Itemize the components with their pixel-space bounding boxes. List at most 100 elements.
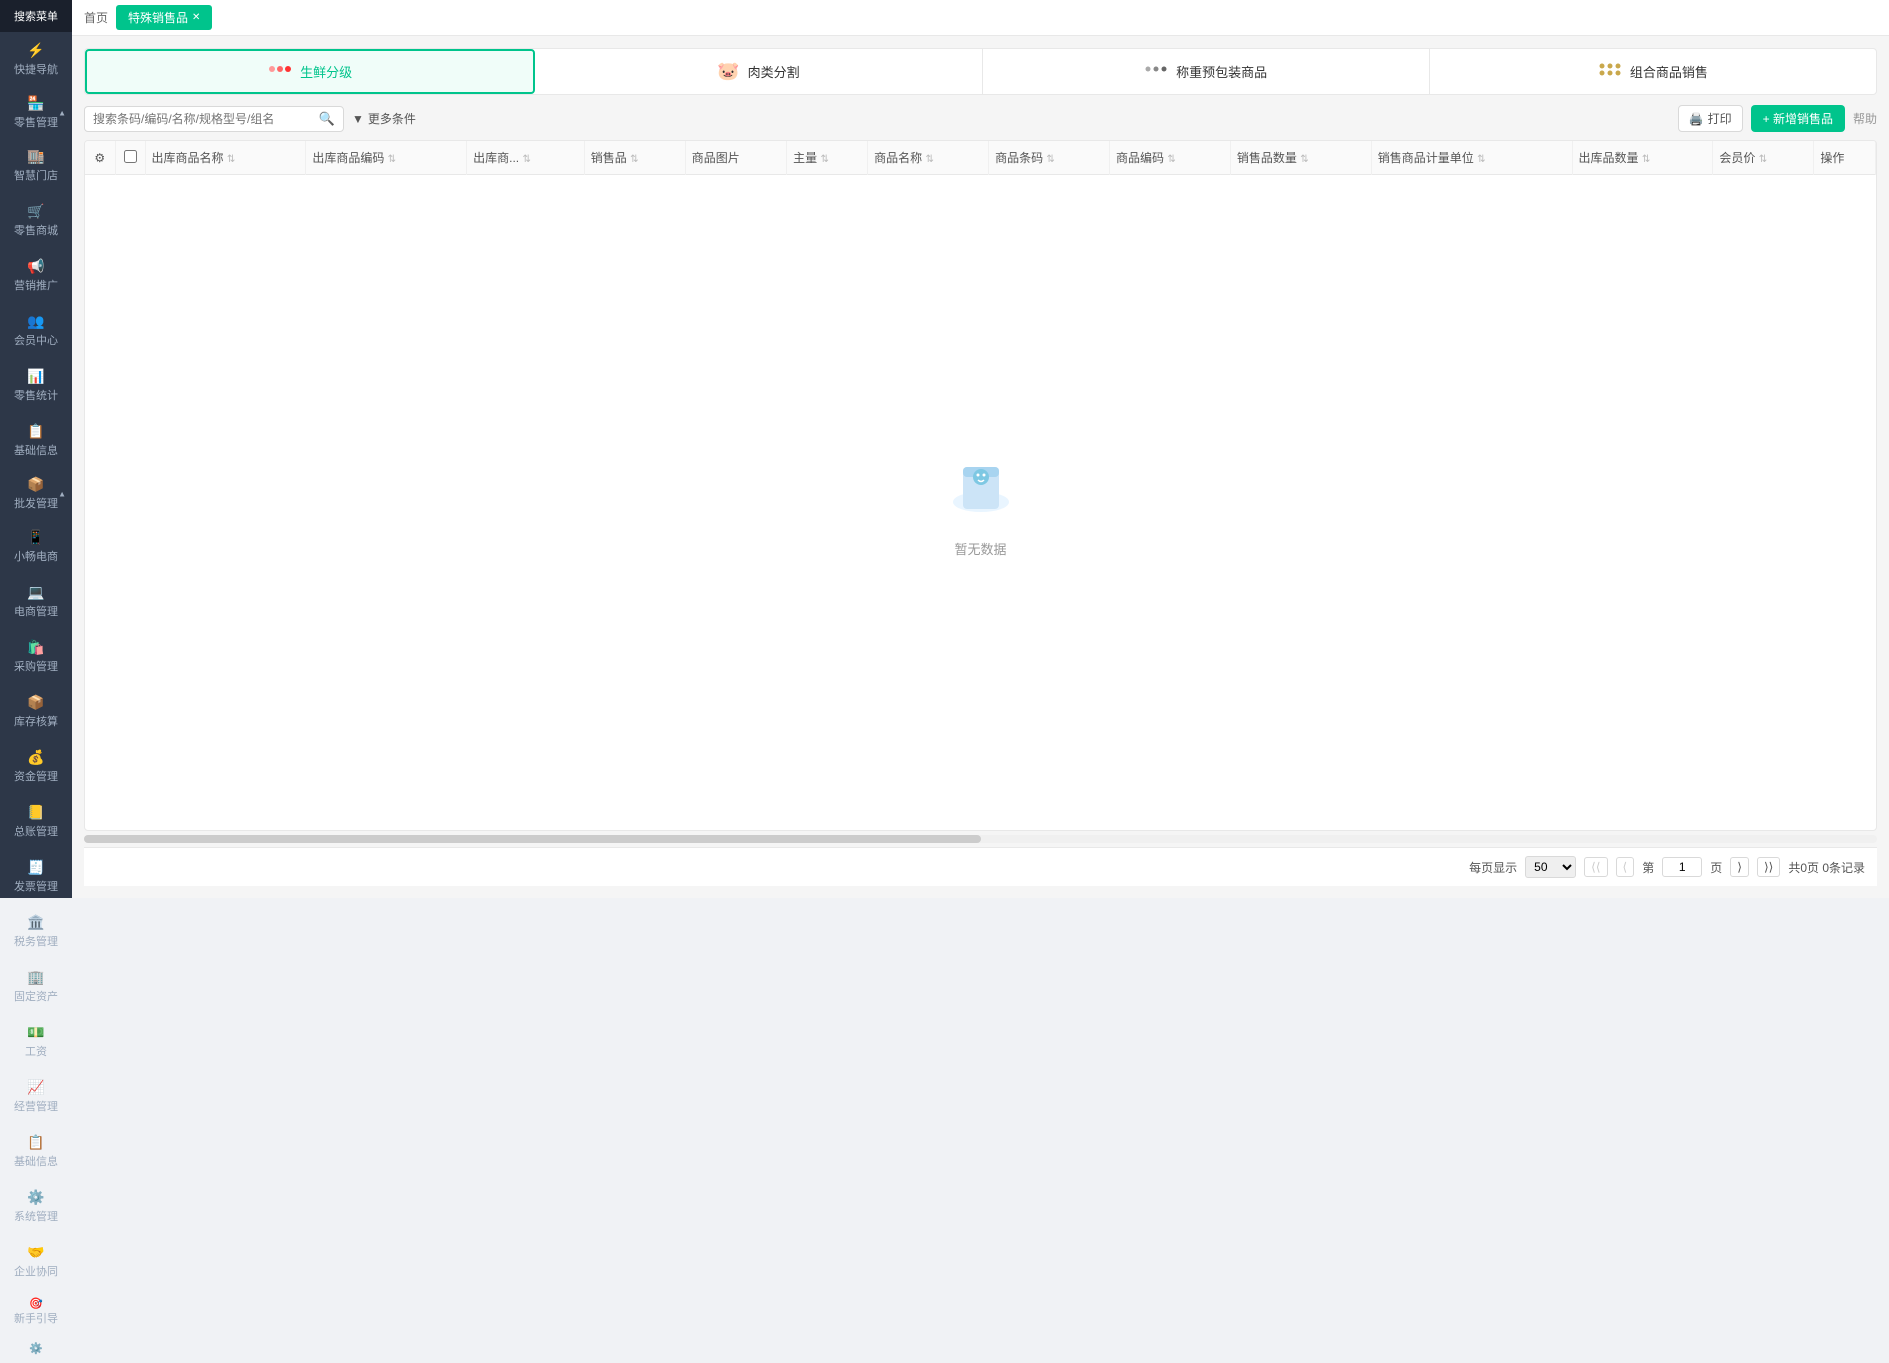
sidebar-item-retail-mgmt[interactable]: 🏪 零售管理 bbox=[0, 87, 72, 138]
last-page-btn[interactable]: ⟩⟩ bbox=[1757, 857, 1780, 877]
basic-info2-icon: 📋 bbox=[27, 1134, 44, 1151]
add-button[interactable]: + 新增销售品 bbox=[1751, 105, 1845, 132]
close-tab-icon[interactable]: ✕ bbox=[192, 12, 200, 23]
wages-icon: 💵 bbox=[27, 1024, 44, 1041]
data-table: ⚙ 出库商品名称 ⇅ 出库商品编码 ⇅ 出库商. bbox=[85, 141, 1876, 175]
main-area: 首页 特殊销售品 ✕ 生鲜分级 🐷 肉类分 bbox=[72, 0, 1889, 898]
prev-page-btn[interactable]: ⟨ bbox=[1616, 857, 1635, 877]
tax-mgmt-icon: 🏛️ bbox=[27, 914, 44, 931]
select-all-checkbox[interactable] bbox=[124, 150, 137, 163]
print-icon: 🖨️ bbox=[1689, 112, 1704, 126]
th-main-unit[interactable]: 主量 ⇅ bbox=[787, 141, 868, 175]
help-button[interactable]: 帮助 bbox=[1853, 110, 1877, 127]
sort-icon: ⇅ bbox=[1300, 154, 1308, 165]
retail-stats-icon: 📊 bbox=[27, 368, 44, 385]
th-sale-qty[interactable]: 销售品数量 ⇅ bbox=[1230, 141, 1371, 175]
sidebar-item-marketing[interactable]: 📢 营销推广 bbox=[0, 248, 72, 303]
tab-fresh-grade[interactable]: 生鲜分级 bbox=[85, 49, 535, 94]
sort-icon: ⇅ bbox=[388, 154, 396, 165]
sort-icon: ⇅ bbox=[1642, 154, 1650, 165]
th-sale-unit[interactable]: 销售商品计量单位 ⇅ bbox=[1371, 141, 1572, 175]
purchase-mgmt-icon: 🛍️ bbox=[27, 639, 44, 656]
sort-icon: ⇅ bbox=[926, 154, 934, 165]
sort-icon: ⇅ bbox=[820, 154, 828, 165]
sidebar-logo[interactable]: 搜索菜单 bbox=[0, 0, 72, 32]
tab-weight-prepack[interactable]: 称重预包装商品 bbox=[983, 49, 1430, 94]
sidebar-item-member-center[interactable]: 👥 会员中心 bbox=[0, 303, 72, 358]
th-out-code[interactable]: 出库商品编码 ⇅ bbox=[306, 141, 467, 175]
inventory-icon: 📦 bbox=[27, 694, 44, 711]
horizontal-scrollbar[interactable] bbox=[84, 835, 1877, 843]
sidebar-item-retail-stats[interactable]: 📊 零售统计 bbox=[0, 358, 72, 413]
wholesale-mgmt-icon: 📦 bbox=[27, 476, 44, 493]
finance-mgmt-icon: 💰 bbox=[27, 749, 44, 766]
first-page-btn[interactable]: ⟨⟨ bbox=[1584, 857, 1607, 877]
sidebar-item-inventory[interactable]: 📦 库存核算 bbox=[0, 684, 72, 739]
th-product-code[interactable]: 商品编码 ⇅ bbox=[1109, 141, 1230, 175]
th-barcode[interactable]: 商品条码 ⇅ bbox=[989, 141, 1110, 175]
print-button[interactable]: 🖨️ 打印 bbox=[1678, 105, 1743, 132]
enterprise-icon: 🤝 bbox=[27, 1244, 44, 1261]
settings-icon: ⚙️ bbox=[29, 1343, 43, 1355]
tab-meat-cut[interactable]: 🐷 肉类分割 bbox=[535, 49, 982, 94]
smart-store-icon: 🏬 bbox=[27, 148, 44, 165]
member-center-icon: 👥 bbox=[27, 313, 44, 330]
topbar: 首页 特殊销售品 ✕ bbox=[72, 0, 1889, 36]
topbar-home[interactable]: 首页 bbox=[84, 9, 108, 26]
sidebar-item-basic-info[interactable]: 📋 基础信息 bbox=[0, 413, 72, 468]
pagination: 每页显示 50 10 20 100 ⟨⟨ ⟨ 第 1 页 ⟩ ⟩⟩ 共0页 0条… bbox=[84, 847, 1877, 886]
sidebar-item-settings[interactable]: ⚙️ bbox=[0, 1334, 72, 1363]
sys-mgmt-icon: ⚙️ bbox=[27, 1189, 44, 1206]
sidebar-item-quick-nav[interactable]: ⚡ 快捷导航 bbox=[0, 32, 72, 87]
th-out-spec[interactable]: 出库商... ⇅ bbox=[467, 141, 585, 175]
toolbar-right: 🖨️ 打印 + 新增销售品 帮助 bbox=[1678, 105, 1877, 132]
sidebar-item-wholesale-mgmt[interactable]: 📦 批发管理 bbox=[0, 468, 72, 519]
sidebar-item-purchase-mgmt[interactable]: 🛍️ 采购管理 bbox=[0, 629, 72, 684]
th-product-name[interactable]: 商品名称 ⇅ bbox=[868, 141, 989, 175]
th-settings[interactable]: ⚙ bbox=[85, 141, 115, 175]
sidebar-item-basic-info2[interactable]: 📋 基础信息 bbox=[0, 1124, 72, 1179]
per-page-select[interactable]: 50 10 20 100 bbox=[1525, 856, 1576, 878]
scrollbar-thumb[interactable] bbox=[84, 835, 981, 843]
th-member-price[interactable]: 会员价 ⇅ bbox=[1713, 141, 1814, 175]
empty-state: 暂无数据 bbox=[85, 175, 1876, 830]
fixed-assets-icon: 🏢 bbox=[27, 969, 44, 986]
meat-cut-icon: 🐷 bbox=[717, 61, 739, 82]
toolbar: 🔍 ▼ 更多条件 🖨️ 打印 + 新增销售品 帮助 bbox=[84, 105, 1877, 132]
search-input[interactable] bbox=[93, 112, 315, 126]
combo-sales-icon bbox=[1598, 61, 1622, 82]
sidebar-item-mini-ecom[interactable]: 📱 小畅电商 bbox=[0, 519, 72, 574]
invoice-mgmt-icon: 🧾 bbox=[27, 859, 44, 876]
sidebar-item-wages[interactable]: 💵 工资 bbox=[0, 1014, 72, 1069]
search-box[interactable]: 🔍 bbox=[84, 106, 344, 132]
sidebar-item-smart-store[interactable]: 🏬 智慧门店 bbox=[0, 138, 72, 193]
search-icon[interactable]: 🔍 bbox=[319, 111, 335, 127]
tab-combo-sales[interactable]: 组合商品销售 bbox=[1430, 49, 1876, 94]
page-label: 第 bbox=[1642, 859, 1654, 876]
sidebar-item-invoice-mgmt[interactable]: 🧾 发票管理 bbox=[0, 849, 72, 904]
th-out-name[interactable]: 出库商品名称 ⇅ bbox=[145, 141, 306, 175]
th-sale-item[interactable]: 销售品 ⇅ bbox=[584, 141, 685, 175]
general-ledger-icon: 📒 bbox=[27, 804, 44, 821]
sort-icon: ⇅ bbox=[1477, 154, 1485, 165]
sort-icon: ⇅ bbox=[1759, 154, 1767, 165]
sidebar-item-finance-mgmt[interactable]: 💰 资金管理 bbox=[0, 739, 72, 794]
sidebar-item-fixed-assets[interactable]: 🏢 固定资产 bbox=[0, 959, 72, 1014]
page-input[interactable]: 1 bbox=[1662, 857, 1702, 877]
sidebar-item-general-ledger[interactable]: 📒 总账管理 bbox=[0, 794, 72, 849]
th-out-qty[interactable]: 出库品数量 ⇅ bbox=[1572, 141, 1713, 175]
sidebar-item-retail-mall[interactable]: 🛒 零售商城 bbox=[0, 193, 72, 248]
filter-button[interactable]: ▼ 更多条件 bbox=[352, 110, 416, 127]
empty-text: 暂无数据 bbox=[954, 539, 1006, 558]
next-page-btn[interactable]: ⟩ bbox=[1730, 857, 1749, 877]
active-tab[interactable]: 特殊销售品 ✕ bbox=[116, 5, 212, 30]
sidebar-item-ecom-mgmt[interactable]: 💻 电商管理 bbox=[0, 574, 72, 629]
sidebar-item-tax-mgmt[interactable]: 🏛️ 税务管理 bbox=[0, 904, 72, 959]
sidebar-item-ops-mgmt[interactable]: 📈 经营管理 bbox=[0, 1069, 72, 1124]
sidebar-item-sys-mgmt[interactable]: ⚙️ 系统管理 bbox=[0, 1179, 72, 1234]
th-product-img: 商品图片 bbox=[685, 141, 786, 175]
sidebar-item-new-guide[interactable]: 🎯 新手引导 bbox=[0, 1289, 72, 1334]
sidebar-item-enterprise[interactable]: 🤝 企业协同 bbox=[0, 1234, 72, 1289]
th-checkbox[interactable] bbox=[115, 141, 145, 175]
toolbar-left: 🔍 ▼ 更多条件 bbox=[84, 106, 416, 132]
